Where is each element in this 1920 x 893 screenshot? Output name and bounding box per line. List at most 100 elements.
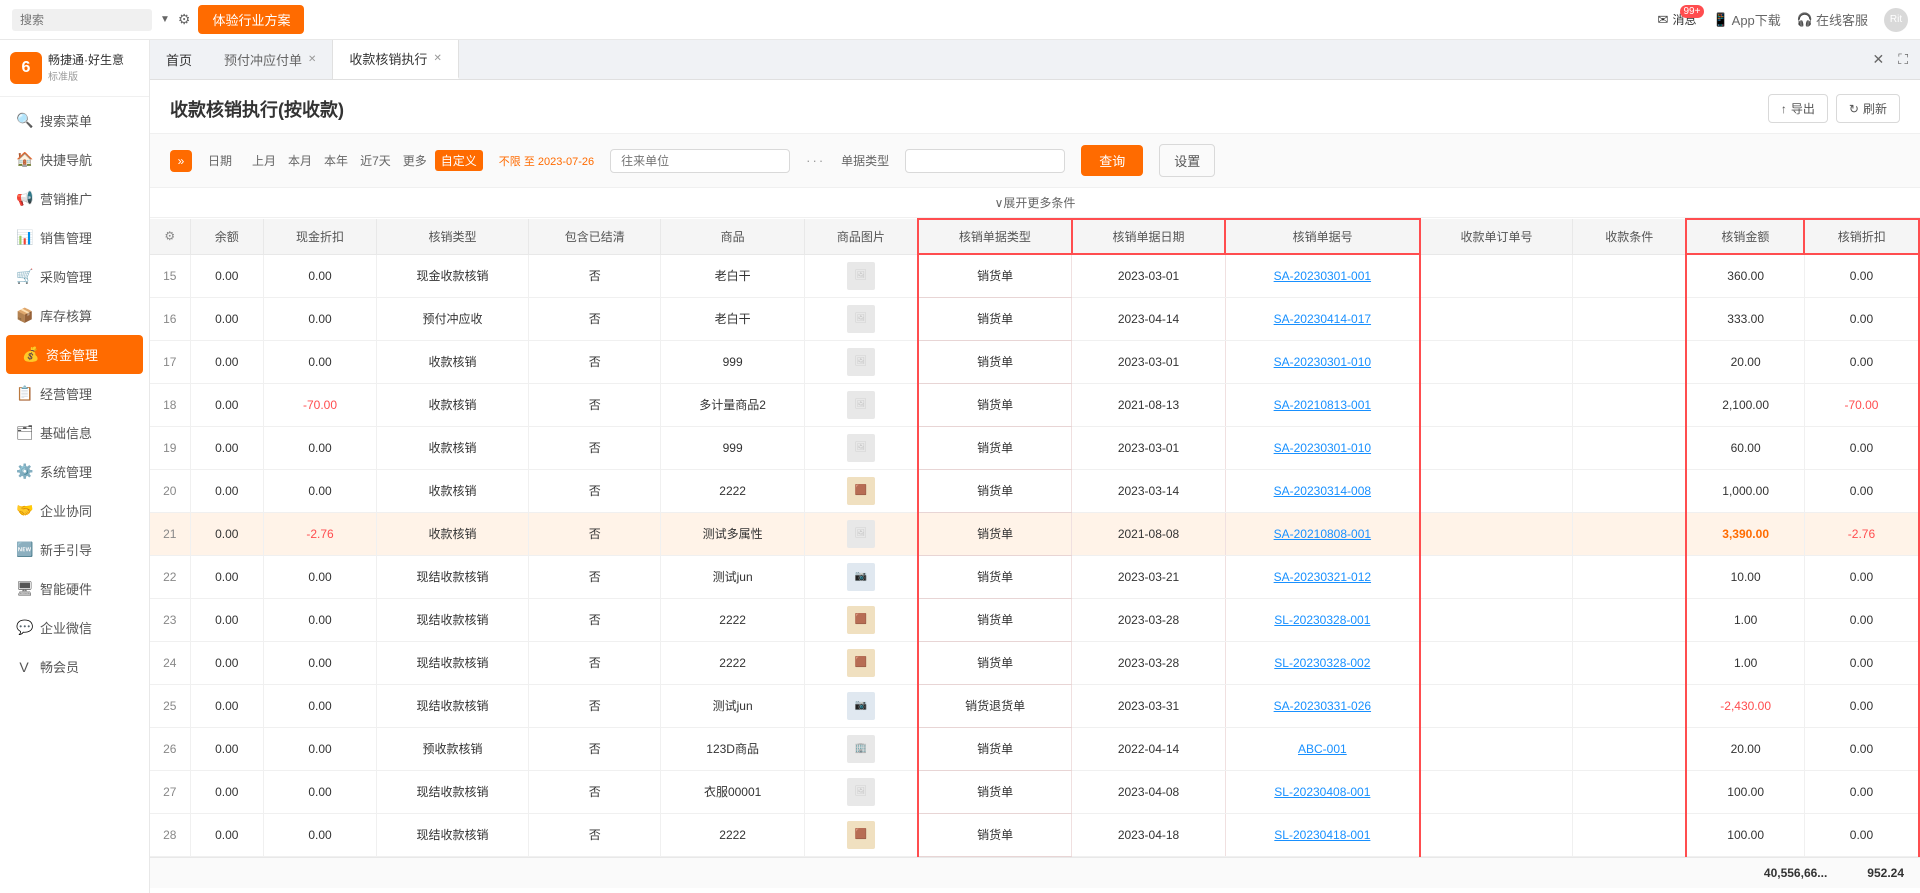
row-number: 26	[150, 727, 190, 770]
cell-verify-amount: 20.00	[1686, 340, 1804, 383]
expand-tab-icon[interactable]: ⛶	[1894, 49, 1912, 70]
new-icon: 🆕	[16, 541, 32, 558]
row-number: 17	[150, 340, 190, 383]
cell-verify-bill-no[interactable]: SA-20230301-010	[1225, 426, 1419, 469]
th-gear[interactable]: ⚙	[150, 219, 190, 254]
cell-goods: 123D商品	[661, 727, 804, 770]
cell-cash-discount: 0.00	[264, 340, 377, 383]
th-verify-bill-no: 核销单据号	[1225, 219, 1419, 254]
export-button[interactable]: ↑ 导出	[1768, 94, 1828, 123]
cell-verify-bill-type: 销货单	[918, 813, 1072, 856]
cell-verify-discount: 0.00	[1804, 555, 1919, 598]
cell-cash-discount: 0.00	[264, 555, 377, 598]
cell-balance: 0.00	[190, 555, 264, 598]
sidebar-item-sales[interactable]: 📊 销售管理	[0, 218, 149, 257]
sidebar-item-finance[interactable]: 💰 资金管理	[6, 335, 143, 374]
table-row: 190.000.00收款核销否999🖼销货单2023-03-01SA-20230…	[150, 426, 1919, 469]
trial-button[interactable]: 体验行业方案	[198, 5, 304, 34]
tab-prepay[interactable]: 预付冲应付单 ✕	[208, 40, 333, 79]
date-last-month[interactable]: 上月	[248, 150, 280, 171]
date-this-year[interactable]: 本年	[320, 150, 352, 171]
cell-verify-bill-no[interactable]: SA-20230321-012	[1225, 555, 1419, 598]
cell-verify-bill-no[interactable]: SL-20230408-001	[1225, 770, 1419, 813]
sidebar-item-purchase[interactable]: 🛒 采购管理	[0, 257, 149, 296]
footer-verify-amount: 40,556,66...	[1764, 866, 1827, 880]
sidebar-item-search[interactable]: 🔍 搜索菜单	[0, 101, 149, 140]
cell-verify-bill-no[interactable]: SA-20230301-010	[1225, 340, 1419, 383]
tab-collection-close[interactable]: ✕	[433, 53, 441, 64]
cell-collection-condition	[1573, 469, 1687, 512]
gear-icon[interactable]: ⚙	[178, 11, 191, 28]
cell-verify-bill-no[interactable]: SA-20230331-026	[1225, 684, 1419, 727]
cell-goods: 2222	[661, 469, 804, 512]
sidebar-item-wechat[interactable]: 💬 企业微信	[0, 608, 149, 647]
sidebar-item-company[interactable]: 🤝 企业协同	[0, 491, 149, 530]
cell-verify-bill-no[interactable]: SA-20210813-001	[1225, 383, 1419, 426]
cell-verify-amount: 2,100.00	[1686, 383, 1804, 426]
chevron-down-icon: ▼	[160, 14, 170, 25]
search-input[interactable]	[12, 9, 152, 31]
cell-verify-bill-no[interactable]: SA-20210808-001	[1225, 512, 1419, 555]
app-download-link[interactable]: 📱 App下载	[1712, 10, 1780, 29]
cell-include-settled: 否	[529, 469, 661, 512]
date-this-month[interactable]: 本月	[284, 150, 316, 171]
main-layout: 6 畅捷通·好生意 标准版 🔍 搜索菜单 🏠 快捷导航 📢 营销推广 📊 销售管…	[0, 40, 1920, 893]
cell-goods-img: 📷	[804, 684, 918, 727]
cell-verify-bill-no[interactable]: SL-20230328-002	[1225, 641, 1419, 684]
sidebar-item-basic[interactable]: 🗂 基础信息	[0, 413, 149, 452]
cell-verify-bill-no[interactable]: SA-20230414-017	[1225, 297, 1419, 340]
tab-prepay-close[interactable]: ✕	[308, 54, 316, 65]
cell-verify-bill-no[interactable]: SA-20230301-001	[1225, 254, 1419, 297]
cell-collection-condition	[1573, 598, 1687, 641]
cell-collection-order-no	[1420, 469, 1573, 512]
close-tab-icon[interactable]: ✕	[1868, 49, 1888, 70]
sidebar-item-member[interactable]: V 畅会员	[0, 647, 149, 686]
cell-verify-discount: 0.00	[1804, 727, 1919, 770]
date-more[interactable]: 更多	[399, 150, 431, 171]
cell-collection-order-no	[1420, 813, 1573, 856]
cell-verify-bill-no[interactable]: SA-20230314-008	[1225, 469, 1419, 512]
table-row: 170.000.00收款核销否999🖼销货单2023-03-01SA-20230…	[150, 340, 1919, 383]
cell-goods: 测试多属性	[661, 512, 804, 555]
cell-verify-amount: 1.00	[1686, 598, 1804, 641]
cell-verify-type: 现结收款核销	[376, 555, 528, 598]
cell-goods-img: 🟫	[804, 598, 918, 641]
refresh-button[interactable]: ↻ 刷新	[1836, 94, 1900, 123]
cell-balance: 0.00	[190, 684, 264, 727]
filter-settings-button[interactable]: 设置	[1159, 144, 1215, 177]
cell-verify-bill-no[interactable]: SL-20230418-001	[1225, 813, 1419, 856]
sidebar-menu: 🔍 搜索菜单 🏠 快捷导航 📢 营销推广 📊 销售管理 🛒 采购管理 📦	[0, 97, 149, 893]
cell-verify-bill-type: 销货单	[918, 727, 1072, 770]
message-icon-wrap[interactable]: ✉ 99+ 消息	[1658, 11, 1697, 28]
date-7days[interactable]: 近7天	[356, 150, 395, 171]
sidebar-item-shortcut[interactable]: 🏠 快捷导航	[0, 140, 149, 179]
cell-include-settled: 否	[529, 383, 661, 426]
th-goods: 商品	[661, 219, 804, 254]
cell-verify-bill-no[interactable]: ABC-001	[1225, 727, 1419, 770]
cell-verify-bill-no[interactable]: SL-20230328-001	[1225, 598, 1419, 641]
bill-type-select[interactable]	[905, 149, 1065, 173]
from-unit-input[interactable]	[610, 149, 790, 173]
tab-prepay-label: 预付冲应付单	[224, 50, 302, 69]
query-button[interactable]: 查询	[1081, 145, 1143, 176]
sidebar-item-management[interactable]: 📋 经营管理	[0, 374, 149, 413]
sidebar-item-inventory[interactable]: 📦 库存核算	[0, 296, 149, 335]
online-service-link[interactable]: 🎧 在线客服	[1797, 10, 1868, 29]
cell-goods: 999	[661, 426, 804, 469]
page-actions: ↑ 导出 ↻ 刷新	[1768, 94, 1900, 123]
date-custom[interactable]: 自定义	[435, 150, 483, 171]
tab-home[interactable]: 首页	[150, 40, 208, 79]
sidebar-item-system[interactable]: ⚙️ 系统管理	[0, 452, 149, 491]
sidebar-item-guide[interactable]: 🆕 新手引导	[0, 530, 149, 569]
sidebar-item-hardware[interactable]: 🖥 智能硬件	[0, 569, 149, 608]
tab-collection[interactable]: 收款核销执行 ✕	[333, 40, 458, 79]
th-include-settled: 包含已结清	[529, 219, 661, 254]
avatar[interactable]: Rit	[1884, 8, 1908, 32]
table-row: 260.000.00预收款核销否123D商品🏢销货单2022-04-14ABC-…	[150, 727, 1919, 770]
table-row: 220.000.00现结收款核销否测试jun📷销货单2023-03-21SA-2…	[150, 555, 1919, 598]
cell-goods-img: 🖼	[804, 383, 918, 426]
expand-more-bar[interactable]: ∨ 展开更多条件	[150, 188, 1920, 218]
cell-verify-discount: -2.76	[1804, 512, 1919, 555]
sidebar-item-marketing[interactable]: 📢 营销推广	[0, 179, 149, 218]
filter-expand-arrow[interactable]: »	[170, 150, 192, 172]
